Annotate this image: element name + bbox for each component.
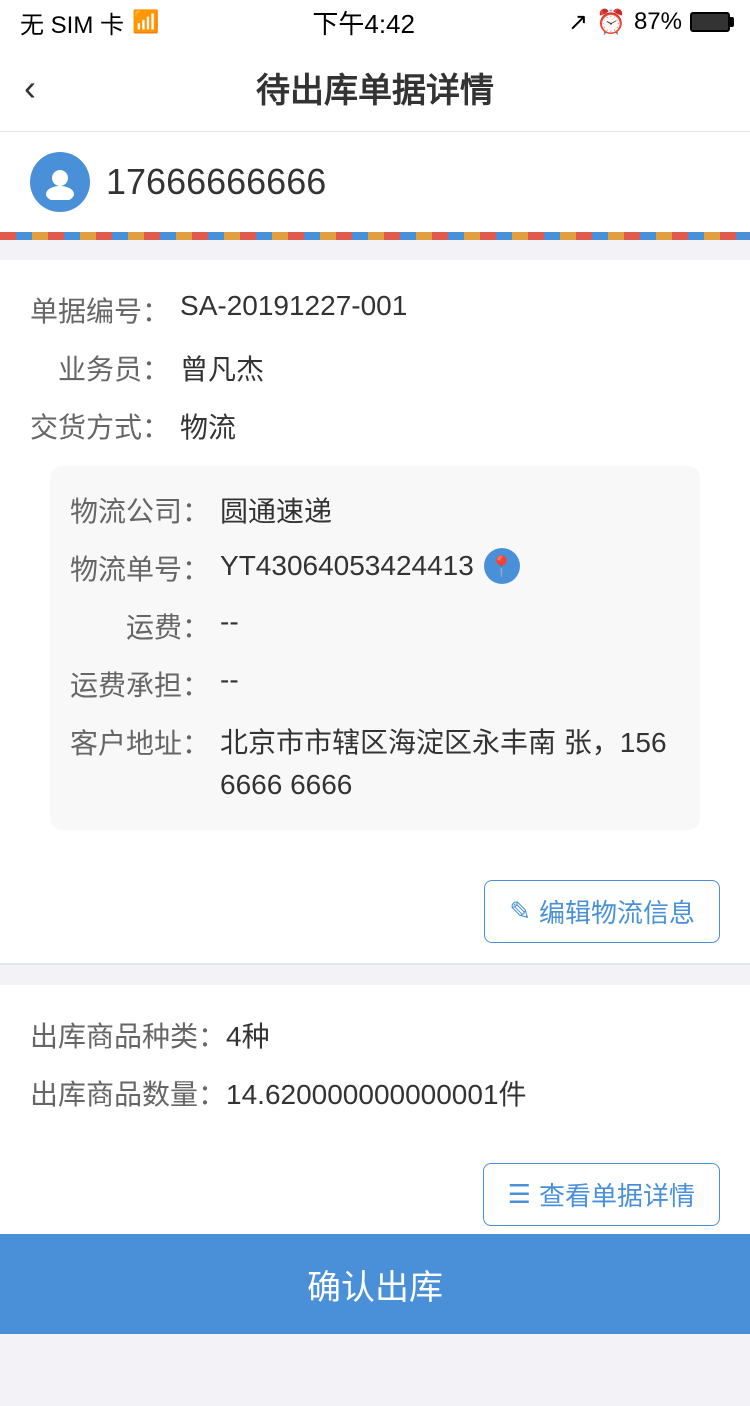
section-separator: [0, 963, 750, 965]
logistics-company-row: 物流公司： 圆通速递: [70, 490, 680, 530]
freight-bearer-label: 运费承担：: [70, 664, 210, 704]
address-label: 客户地址：: [70, 722, 210, 762]
logistics-company-value: 圆通速递: [220, 490, 680, 530]
logistics-tracking-value: YT43064053424413 📍: [220, 548, 680, 584]
salesman-label: 业务员：: [30, 348, 170, 388]
edit-icon: ✎: [509, 896, 531, 927]
delivery-value: 物流: [180, 406, 720, 446]
salesman-value: 曾凡杰: [180, 348, 720, 388]
carrier-text: 无 SIM 卡: [20, 5, 124, 40]
view-detail-button[interactable]: ☰ 查看单据详情: [483, 1163, 720, 1226]
customer-section: 17666666666: [0, 132, 750, 232]
freight-value: --: [220, 606, 680, 638]
goods-type-value: 4种: [226, 1015, 720, 1055]
goods-quantity-value: 14.620000000000001件: [226, 1073, 720, 1113]
edit-logistics-label: 编辑物流信息: [539, 893, 695, 930]
goods-type-label: 出库商品种类：: [30, 1015, 226, 1055]
status-bar-left: 无 SIM 卡 📶: [20, 5, 159, 40]
goods-quantity-row: 出库商品数量： 14.620000000000001件: [30, 1073, 720, 1113]
order-number-label: 单据编号：: [30, 290, 170, 330]
map-pin-icon[interactable]: 📍: [484, 548, 520, 584]
list-icon: ☰: [508, 1179, 531, 1210]
freight-row: 运费： --: [70, 606, 680, 646]
page-title: 待出库单据详情: [256, 63, 494, 112]
location-arrow-icon: ↗: [568, 8, 588, 37]
battery-text: 87%: [634, 8, 682, 36]
goods-section: 出库商品种类： 4种 出库商品数量： 14.620000000000001件: [0, 985, 750, 1143]
status-bar-right: ↗ ⏰ 87%: [568, 8, 730, 37]
dashed-divider: [0, 232, 750, 240]
view-detail-button-row: ☰ 查看单据详情: [0, 1143, 750, 1246]
avatar: [30, 152, 90, 212]
customer-phone: 17666666666: [106, 161, 326, 203]
order-info-section: 单据编号： SA-20191227-001 业务员： 曾凡杰 交货方式： 物流 …: [0, 260, 750, 860]
edit-button-row: ✎ 编辑物流信息: [0, 860, 750, 963]
confirm-button-label: 确认出库: [307, 1260, 443, 1309]
freight-bearer-value: --: [220, 664, 680, 696]
view-detail-label: 查看单据详情: [539, 1176, 695, 1213]
logistics-tracking-label: 物流单号：: [70, 548, 210, 588]
freight-label: 运费：: [70, 606, 210, 646]
alarm-icon: ⏰: [596, 8, 626, 37]
status-bar: 无 SIM 卡 📶 下午4:42 ↗ ⏰ 87%: [0, 0, 750, 44]
delivery-row: 交货方式： 物流: [30, 406, 720, 446]
order-number-row: 单据编号： SA-20191227-001: [30, 290, 720, 330]
nav-bar: ‹ 待出库单据详情: [0, 44, 750, 132]
salesman-row: 业务员： 曾凡杰: [30, 348, 720, 388]
logistics-card: 物流公司： 圆通速递 物流单号： YT43064053424413 📍 运费： …: [50, 466, 700, 830]
freight-bearer-row: 运费承担： --: [70, 664, 680, 704]
goods-quantity-label: 出库商品数量：: [30, 1073, 226, 1113]
goods-type-row: 出库商品种类： 4种: [30, 1015, 720, 1055]
logistics-company-label: 物流公司：: [70, 490, 210, 530]
delivery-label: 交货方式：: [30, 406, 170, 446]
address-value: 北京市市辖区海淀区永丰南 张，156 6666 6666: [220, 722, 680, 806]
logistics-tracking-row: 物流单号： YT43064053424413 📍: [70, 548, 680, 588]
order-number-value: SA-20191227-001: [180, 290, 720, 322]
status-bar-time: 下午4:42: [312, 4, 415, 41]
edit-logistics-button[interactable]: ✎ 编辑物流信息: [484, 880, 720, 943]
wifi-icon: 📶: [132, 9, 159, 35]
battery-icon: [690, 12, 730, 32]
address-row: 客户地址： 北京市市辖区海淀区永丰南 张，156 6666 6666: [70, 722, 680, 806]
confirm-button-bar[interactable]: 确认出库: [0, 1234, 750, 1334]
page-content: 17666666666 单据编号： SA-20191227-001 业务员： 曾…: [0, 132, 750, 1406]
back-button[interactable]: ‹: [24, 67, 36, 109]
